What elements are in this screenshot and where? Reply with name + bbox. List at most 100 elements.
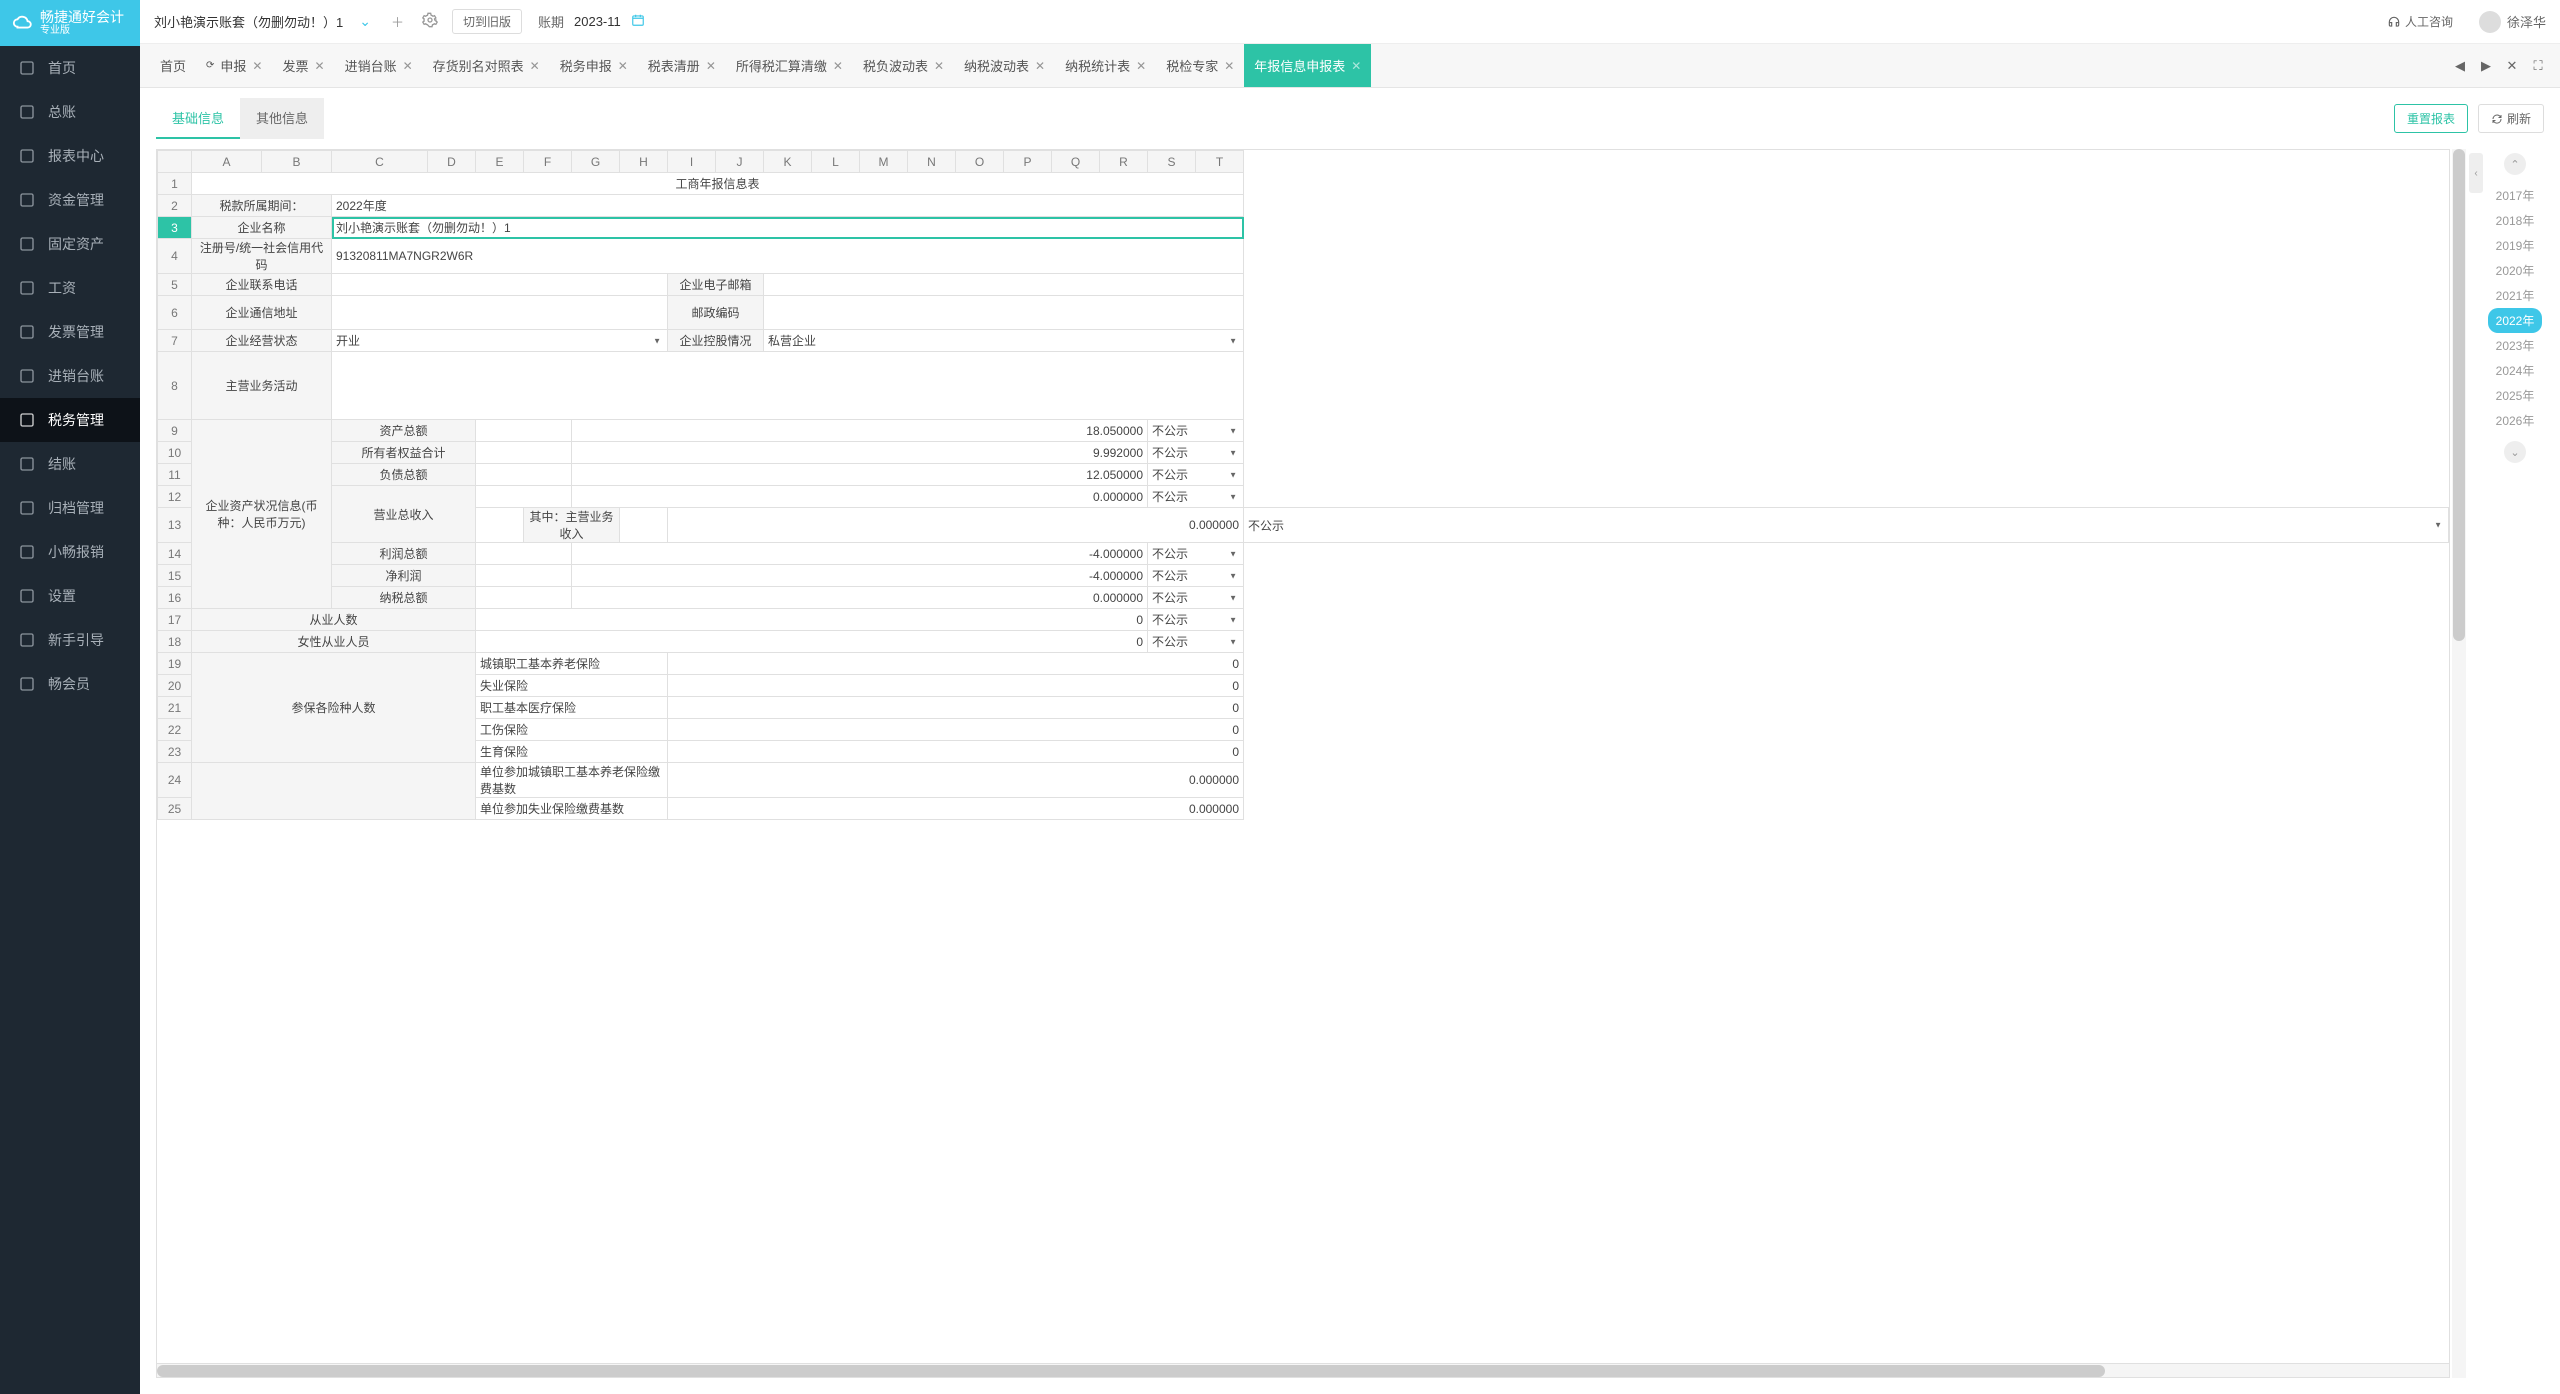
cell[interactable] <box>332 274 668 296</box>
year-option[interactable]: 2018年 <box>2488 208 2543 233</box>
period-value[interactable]: 2022年度 <box>332 195 1244 217</box>
row-header[interactable]: 3 <box>158 217 192 239</box>
col-header[interactable]: A <box>192 151 262 173</box>
cell[interactable]: 0.000000 <box>572 486 1148 508</box>
brand-logo[interactable]: 畅捷通好会计 专业版 <box>0 0 140 46</box>
col-header[interactable]: Q <box>1052 151 1100 173</box>
col-header[interactable]: F <box>524 151 572 173</box>
cell[interactable]: 0 <box>668 675 1244 697</box>
tab-close-icon[interactable]: ✕ <box>934 59 944 73</box>
tab-close-icon[interactable]: ✕ <box>706 59 716 73</box>
year-option[interactable]: 2025年 <box>2488 383 2543 408</box>
tab-close-icon[interactable]: ✕ <box>315 59 325 73</box>
sidebar-item-12[interactable]: 设置 <box>0 574 140 618</box>
calendar-icon[interactable] <box>631 13 645 30</box>
visibility-select[interactable]: 不公示 <box>1148 543 1244 565</box>
col-header[interactable]: C <box>332 151 428 173</box>
row-header[interactable]: 13 <box>158 508 192 543</box>
col-header[interactable]: D <box>428 151 476 173</box>
visibility-select[interactable]: 不公示 <box>1148 609 1244 631</box>
cell[interactable]: 0 <box>476 631 1148 653</box>
cell[interactable] <box>476 565 572 587</box>
tab-6[interactable]: 税表清册✕ <box>638 44 726 87</box>
col-header[interactable]: T <box>1196 151 1244 173</box>
tab-2[interactable]: 发票✕ <box>272 44 334 87</box>
select-all-cell[interactable] <box>158 151 192 173</box>
tab-7[interactable]: 所得税汇算清缴✕ <box>726 44 853 87</box>
cell[interactable] <box>332 296 668 330</box>
tab-10[interactable]: 纳税统计表✕ <box>1055 44 1156 87</box>
tab-8[interactable]: 税负波动表✕ <box>853 44 954 87</box>
subtab-other[interactable]: 其他信息 <box>240 98 324 139</box>
visibility-select[interactable]: 不公示 <box>1148 486 1244 508</box>
visibility-select[interactable]: 不公示 <box>1148 420 1244 442</box>
cell[interactable]: -4.000000 <box>572 565 1148 587</box>
col-header[interactable]: P <box>1004 151 1052 173</box>
row-header[interactable]: 7 <box>158 330 192 352</box>
cell[interactable]: 0.000000 <box>668 763 1244 798</box>
year-option[interactable]: 2024年 <box>2488 358 2543 383</box>
subtab-basic[interactable]: 基础信息 <box>156 98 240 139</box>
cell[interactable] <box>620 508 668 543</box>
collapse-panel-icon[interactable]: ‹ <box>2469 153 2483 193</box>
cell[interactable]: 0.000000 <box>668 798 1244 820</box>
row-header[interactable]: 15 <box>158 565 192 587</box>
row-header[interactable]: 6 <box>158 296 192 330</box>
tab-close-icon[interactable]: ✕ <box>1351 59 1361 73</box>
col-header[interactable]: E <box>476 151 524 173</box>
tab-close-icon[interactable]: ✕ <box>403 59 413 73</box>
col-header[interactable]: S <box>1148 151 1196 173</box>
gear-icon[interactable] <box>418 12 442 31</box>
sidebar-item-11[interactable]: 小畅报销 <box>0 530 140 574</box>
cell[interactable]: 0 <box>668 719 1244 741</box>
cell[interactable]: 0 <box>476 609 1148 631</box>
spreadsheet[interactable]: ABCDEFGHIJKLMNOPQRST 1工商年报信息表2税款所属期间：202… <box>157 150 2449 820</box>
holding-select[interactable]: 私营企业 <box>764 330 1244 352</box>
cell[interactable] <box>764 274 1244 296</box>
cell[interactable]: 12.050000 <box>572 464 1148 486</box>
tab-1[interactable]: ⟳申报✕ <box>196 44 272 87</box>
col-header[interactable]: H <box>620 151 668 173</box>
cell[interactable] <box>476 508 524 543</box>
visibility-select[interactable]: 不公示 <box>1148 464 1244 486</box>
period-value[interactable]: 2023-11 <box>574 14 621 29</box>
sidebar-item-0[interactable]: 首页 <box>0 46 140 90</box>
row-header[interactable]: 4 <box>158 239 192 274</box>
visibility-select[interactable]: 不公示 <box>1148 565 1244 587</box>
row-header[interactable]: 25 <box>158 798 192 820</box>
account-chevron-icon[interactable]: ⌄ <box>353 13 377 30</box>
year-option[interactable]: 2022年 <box>2488 308 2543 333</box>
visibility-select[interactable]: 不公示 <box>1148 442 1244 464</box>
year-option[interactable]: 2020年 <box>2488 258 2543 283</box>
col-header[interactable]: O <box>956 151 1004 173</box>
cell[interactable] <box>764 296 1244 330</box>
tab-close-icon[interactable]: ✕ <box>252 59 262 73</box>
tab-close-all-icon[interactable]: ✕ <box>2500 54 2524 78</box>
col-header[interactable]: B <box>262 151 332 173</box>
visibility-select[interactable]: 不公示 <box>1148 587 1244 609</box>
row-header[interactable]: 9 <box>158 420 192 442</box>
tab-5[interactable]: 税务申报✕ <box>550 44 638 87</box>
row-header[interactable]: 20 <box>158 675 192 697</box>
row-header[interactable]: 18 <box>158 631 192 653</box>
tab-12[interactable]: 年报信息申报表✕ <box>1244 44 1371 87</box>
sidebar-item-3[interactable]: 资金管理 <box>0 178 140 222</box>
tab-4[interactable]: 存货别名对照表✕ <box>423 44 550 87</box>
cell[interactable]: 0 <box>668 741 1244 763</box>
cell[interactable] <box>476 420 572 442</box>
cell[interactable] <box>476 464 572 486</box>
row-header[interactable]: 21 <box>158 697 192 719</box>
col-header[interactable]: G <box>572 151 620 173</box>
cell[interactable] <box>476 486 572 508</box>
sidebar-item-7[interactable]: 进销台账 <box>0 354 140 398</box>
old-version-button[interactable]: 切到旧版 <box>452 9 522 34</box>
row-header[interactable]: 5 <box>158 274 192 296</box>
col-header[interactable]: M <box>860 151 908 173</box>
row-header[interactable]: 14 <box>158 543 192 565</box>
tab-0[interactable]: 首页 <box>150 44 196 87</box>
status-select[interactable]: 开业 <box>332 330 668 352</box>
row-header[interactable]: 23 <box>158 741 192 763</box>
tab-close-icon[interactable]: ✕ <box>618 59 628 73</box>
row-header[interactable]: 16 <box>158 587 192 609</box>
sidebar-item-10[interactable]: 归档管理 <box>0 486 140 530</box>
